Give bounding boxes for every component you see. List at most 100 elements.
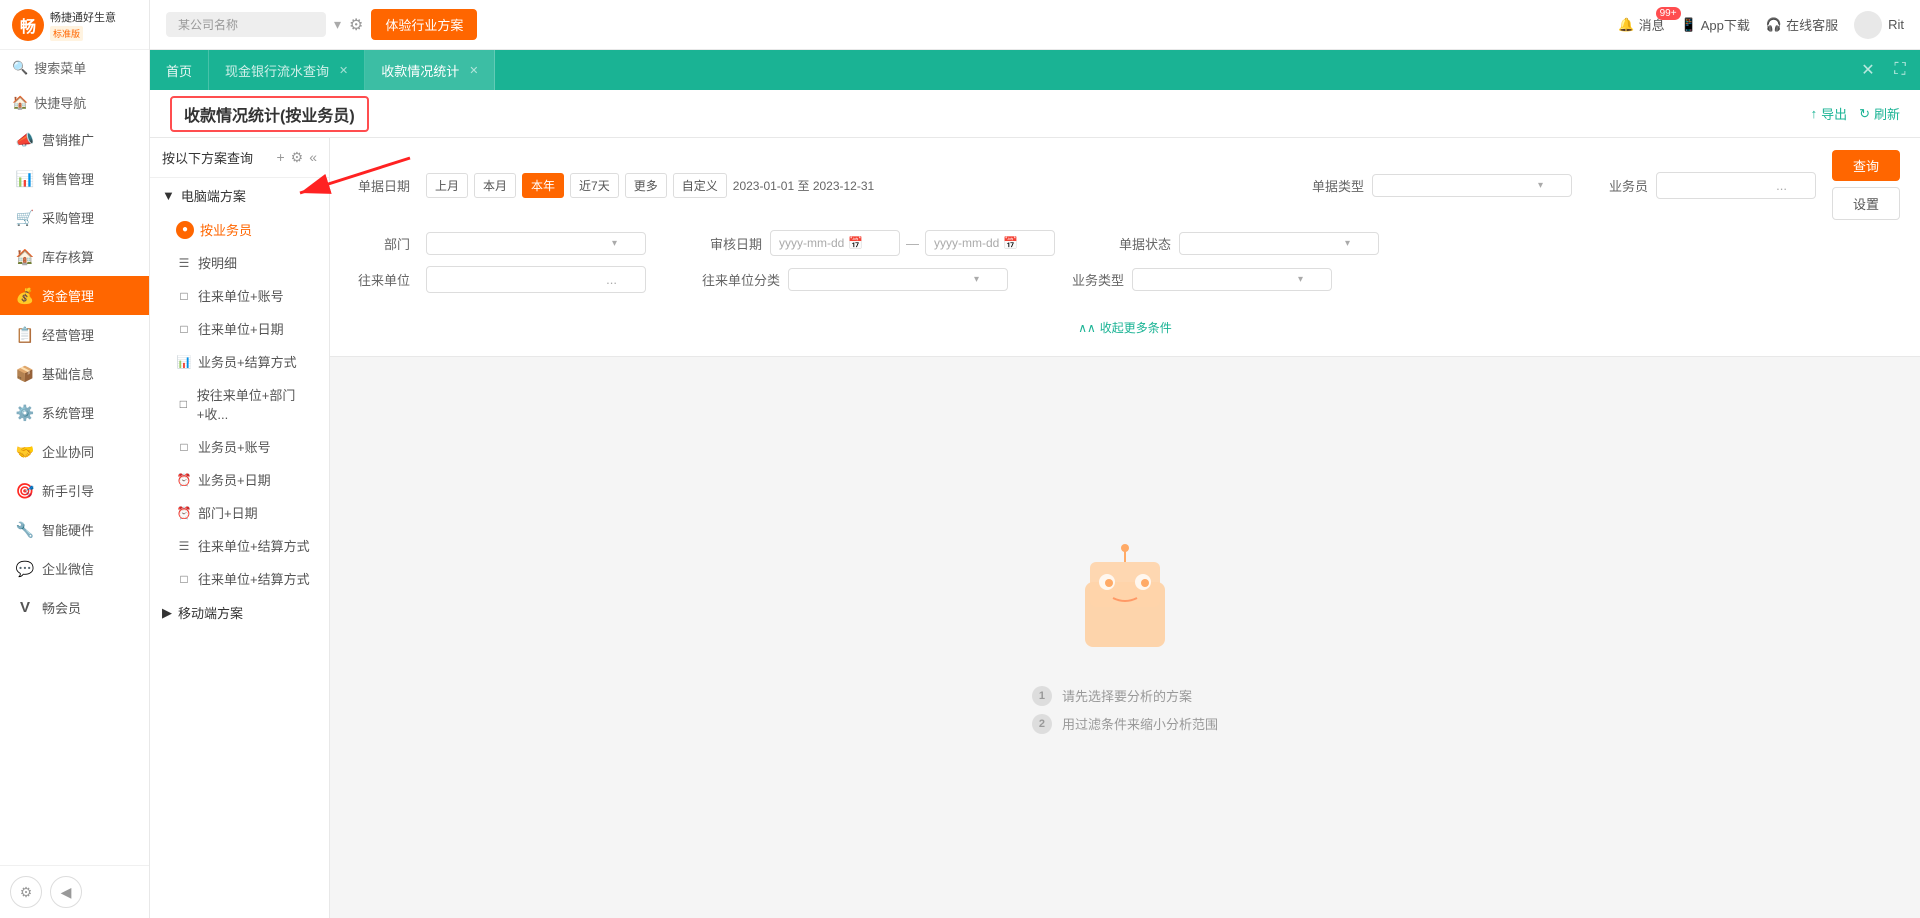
doc-status-select[interactable]: ▾ (1179, 232, 1379, 255)
sidebar-item-enterprise[interactable]: 🤝 企业协同 (0, 432, 149, 471)
scheme-item-salesperson-date[interactable]: ⏰ 业务员+日期 (150, 463, 329, 496)
doc-status-filter: 单据状态 ▾ (1111, 232, 1379, 255)
sidebar-item-hardware[interactable]: 🔧 智能硬件 (0, 510, 149, 549)
scheme-item-unit-account[interactable]: □ 往来单位+账号 (150, 279, 329, 312)
app-download-button[interactable]: 📱 App下载 (1681, 15, 1750, 34)
salesperson-select[interactable]: ... (1656, 172, 1816, 199)
sidebar-item-purchase[interactable]: 🛒 采购管理 (0, 198, 149, 237)
sidebar-item-inventory[interactable]: 🏠 库存核算 (0, 237, 149, 276)
date-btn-7days[interactable]: 近7天 (570, 173, 619, 198)
scheme-item-unit-date[interactable]: □ 往来单位+日期 (150, 312, 329, 345)
search-menu-item[interactable]: 🔍 搜索菜单 (0, 50, 149, 85)
dept-arrow-icon: ▾ (612, 238, 617, 249)
collapse-filter-button[interactable]: ∧∧ 收起更多条件 (1070, 311, 1180, 344)
user-area[interactable]: Rit (1854, 11, 1904, 39)
sidebar-item-basic[interactable]: 📦 基础信息 (0, 354, 149, 393)
review-date-filter: 审核日期 yyyy-mm-dd 📅 — yyyy-mm-dd 📅 (702, 230, 1055, 256)
inventory-icon: 🏠 (16, 248, 34, 266)
doc-type-arrow-icon: ▾ (1538, 180, 1543, 191)
cashflow-tab-close-icon[interactable]: ✕ (339, 64, 348, 77)
partner-label: 往来单位 (350, 270, 410, 289)
scheme-item-dept-date[interactable]: ⏰ 部门+日期 (150, 496, 329, 529)
sidebar-item-sales[interactable]: 📊 销售管理 (0, 159, 149, 198)
refresh-button[interactable]: ↻ 刷新 (1859, 104, 1900, 123)
close-window-icon[interactable]: ✕ (1856, 58, 1880, 82)
scheme-item-by-salesperson[interactable]: ● 按业务员 (150, 213, 329, 246)
desktop-scheme-group-header[interactable]: ▼ 电脑端方案 (150, 178, 329, 213)
scheme-item-by-detail[interactable]: ☰ 按明细 (150, 246, 329, 279)
collapse-panel-icon[interactable]: « (309, 149, 317, 166)
filter-row-3: 往来单位 ... 往来单位分类 ▾ 业务类型 (350, 266, 1900, 293)
company-selector[interactable]: 某公司名称 (166, 12, 326, 37)
tab-home[interactable]: 首页 (150, 50, 209, 90)
solution-button[interactable]: 体验行业方案 (371, 9, 477, 40)
date-btn-this-month[interactable]: 本月 (474, 173, 516, 198)
biz-type-select[interactable]: ▾ (1132, 268, 1332, 291)
maximize-window-icon[interactable]: ⛶ (1888, 58, 1912, 82)
settings-button-filter[interactable]: 设置 (1832, 187, 1900, 220)
export-button[interactable]: ↑ 导出 (1811, 104, 1848, 123)
empty-step-1-label: 请先选择要分析的方案 (1062, 686, 1192, 705)
topbar: 某公司名称 ▾ ⚙ 体验行业方案 🔔 消息 99+ 📱 App下载 🎧 在线客服… (150, 0, 1920, 50)
partner-category-label: 往来单位分类 (702, 270, 780, 289)
dept-select[interactable]: ▾ (426, 232, 646, 255)
online-service-button[interactable]: 🎧 在线客服 (1766, 15, 1838, 34)
sidebar-item-member[interactable]: V 畅会员 (0, 588, 149, 627)
notification-button[interactable]: 🔔 消息 99+ (1618, 15, 1664, 34)
scheme-item-by-salesperson-label: 按业务员 (200, 220, 252, 239)
step-1-num: 1 (1032, 686, 1052, 706)
unit-dept-icon: □ (176, 396, 191, 412)
empty-step-2: 2 用过滤条件来缩小分析范围 (1032, 714, 1218, 734)
empty-state-area: 1 请先选择要分析的方案 2 用过滤条件来缩小分析范围 (330, 357, 1920, 918)
scheme-item-salesperson-settlement[interactable]: 📊 业务员+结算方式 (150, 345, 329, 378)
sidebar-item-newbie-label: 新手引导 (42, 481, 94, 500)
calendar-start-icon[interactable]: 📅 (848, 236, 863, 250)
collapse-row: ∧∧ 收起更多条件 (350, 303, 1900, 344)
add-scheme-icon[interactable]: + (276, 149, 284, 166)
sidebar-item-operation-label: 经营管理 (42, 325, 94, 344)
collapse-button[interactable]: ◀ (50, 876, 82, 908)
sidebar-item-marketing[interactable]: 📣 营销推广 (0, 120, 149, 159)
partner-select[interactable]: ... (426, 266, 646, 293)
partner-category-filter: 往来单位分类 ▾ (702, 268, 1008, 291)
mobile-scheme-group-header[interactable]: ▶ 移动端方案 (150, 595, 329, 630)
query-button[interactable]: 查询 (1832, 150, 1900, 181)
partner-category-select[interactable]: ▾ (788, 268, 1008, 291)
tab-cashflow[interactable]: 现金银行流水查询 ✕ (209, 50, 365, 90)
doc-type-select[interactable]: ▾ (1372, 174, 1572, 197)
partner-dots[interactable]: ... (606, 272, 617, 287)
sidebar-item-system[interactable]: ⚙️ 系统管理 (0, 393, 149, 432)
collection-tab-close-icon[interactable]: ✕ (469, 64, 478, 77)
date-btn-last-month[interactable]: 上月 (426, 173, 468, 198)
tab-collection[interactable]: 收款情况统计 ✕ (365, 50, 495, 90)
settings-button[interactable]: ⚙ (10, 876, 42, 908)
date-btn-this-year[interactable]: 本年 (522, 173, 564, 198)
panel-nav: ▼ 电脑端方案 ● 按业务员 ☰ 按明细 □ 往来单位+账号 (150, 178, 329, 918)
filter-row-2: 部门 ▾ 审核日期 yyyy-mm-dd 📅 — (350, 230, 1900, 256)
chevron-down-icon[interactable]: ▾ (334, 16, 341, 33)
scheme-settings-icon[interactable]: ⚙ (291, 149, 304, 166)
calendar-end-icon[interactable]: 📅 (1003, 236, 1018, 250)
scheme-item-unit-dept[interactable]: □ 按往来单位+部门+收... (150, 378, 329, 430)
date-btn-more[interactable]: 更多 (625, 173, 667, 198)
scheme-item-unit-settlement1[interactable]: ☰ 往来单位+结算方式 (150, 529, 329, 562)
sidebar-item-capital[interactable]: 💰 资金管理 (0, 276, 149, 315)
sidebar-item-operation[interactable]: 📋 经营管理 (0, 315, 149, 354)
empty-step-1: 1 请先选择要分析的方案 (1032, 686, 1218, 706)
sidebar-item-newbie[interactable]: 🎯 新手引导 (0, 471, 149, 510)
review-date-end-input[interactable]: yyyy-mm-dd 📅 (925, 230, 1055, 256)
scheme-item-salesperson-account[interactable]: □ 业务员+账号 (150, 430, 329, 463)
gear-icon[interactable]: ⚙ (349, 15, 363, 35)
page-title: 收款情况统计(按业务员) (184, 108, 355, 125)
salesperson-dots[interactable]: ... (1776, 178, 1787, 193)
export-icon: ↑ (1811, 106, 1818, 121)
review-date-start-input[interactable]: yyyy-mm-dd 📅 (770, 230, 900, 256)
empty-svg-illustration (1055, 542, 1195, 662)
sidebar-item-wechat[interactable]: 💬 企业微信 (0, 549, 149, 588)
review-date-start-placeholder: yyyy-mm-dd (779, 236, 844, 250)
biz-type-arrow-icon: ▾ (1298, 274, 1303, 285)
scheme-item-unit-settlement2[interactable]: □ 往来单位+结算方式 (150, 562, 329, 595)
app-download-label: App下载 (1701, 15, 1750, 34)
quick-nav-item[interactable]: 🏠 快捷导航 (0, 85, 149, 120)
date-btn-custom[interactable]: 自定义 (673, 173, 727, 198)
